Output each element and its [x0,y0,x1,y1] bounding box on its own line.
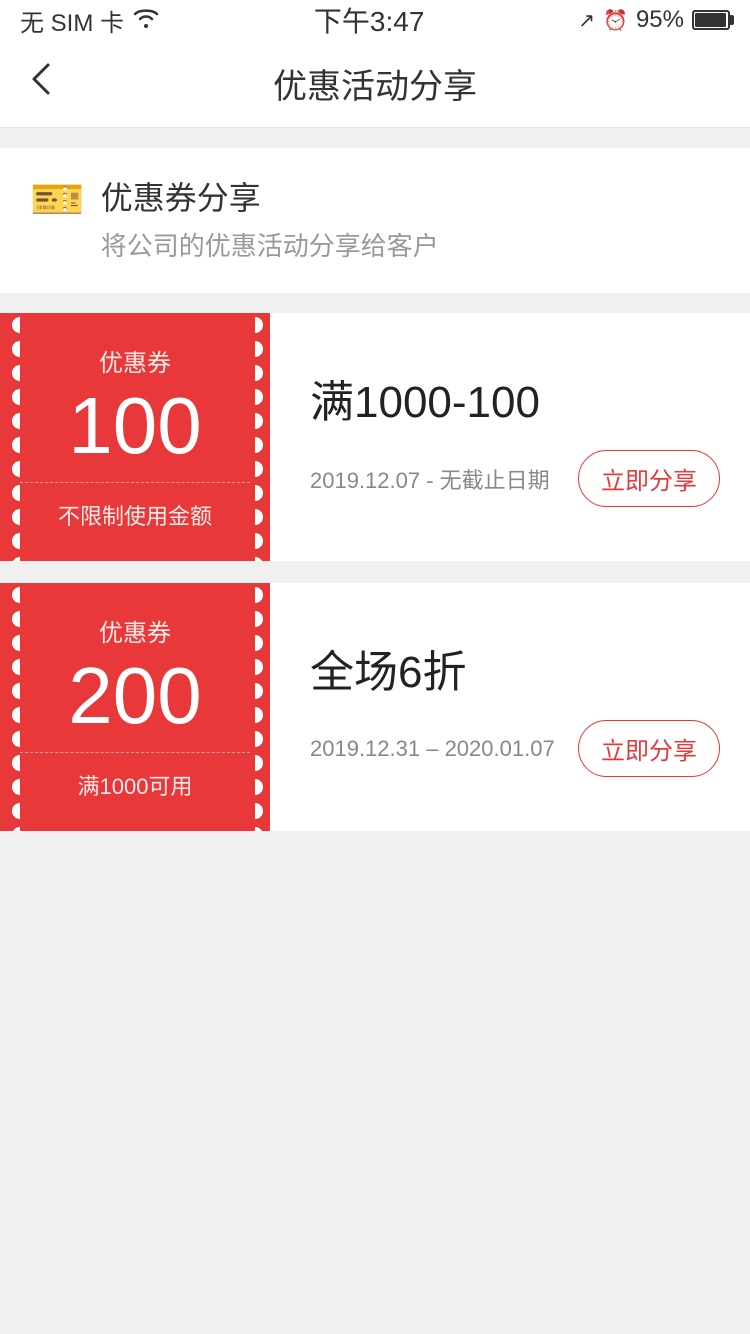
status-time: 下午3:47 [314,0,425,40]
section-title: 优惠券分享 [101,178,439,220]
coupon-date-1: 2019.12.07 - 无截止日期 [310,463,550,495]
coupon-right-1: 满1000-100 2019.12.07 - 无截止日期 立即分享 [270,313,750,561]
coupon-divider-1 [20,482,250,483]
section-text: 优惠券分享 将公司的优惠活动分享给客户 [101,178,439,263]
share-button-1[interactable]: 立即分享 [578,450,720,507]
separator-top [0,128,750,148]
coupon-meta-2: 2019.12.31 – 2020.01.07 立即分享 [310,720,720,777]
wifi-icon [132,6,160,35]
section-subtitle: 将公司的优惠活动分享给客户 [101,226,439,263]
coupon-label-1: 优惠券 [99,343,171,378]
section-header: 🎫 优惠券分享 将公司的优惠活动分享给客户 [0,148,750,293]
page-title: 优惠活动分享 [273,59,477,108]
status-bar: 无 SIM 卡 下午3:47 ↗ ⏰ 95% [0,0,750,40]
nav-bar: 优惠活动分享 [0,40,750,128]
back-button[interactable] [30,61,52,106]
carrier-text: 无 SIM 卡 [20,3,124,38]
coupon-name-1: 满1000-100 [310,366,720,430]
coupon-card-1: 优惠券 100 不限制使用金额 满1000-100 2019.12.07 - 无… [0,313,750,561]
battery-percent: 95% [636,6,684,34]
coupon-condition-2: 满1000可用 [78,769,193,801]
status-right: ↗ ⏰ 95% [578,6,730,34]
coupon-divider-2 [20,752,250,753]
coupon-amount-1: 100 [68,386,201,466]
coupon-left-2: 优惠券 200 满1000可用 [0,583,270,831]
coupon-list: 优惠券 100 不限制使用金额 满1000-100 2019.12.07 - 无… [0,313,750,833]
coupon-label-2: 优惠券 [99,613,171,648]
share-button-2[interactable]: 立即分享 [578,720,720,777]
status-left: 无 SIM 卡 [20,3,160,38]
coupon-date-2: 2019.12.31 – 2020.01.07 [310,736,555,762]
coupon-right-2: 全场6折 2019.12.31 – 2020.01.07 立即分享 [270,583,750,831]
section-icon: 🎫 [30,178,85,222]
battery-icon [692,10,730,30]
coupon-name-2: 全场6折 [310,636,720,700]
coupon-condition-1: 不限制使用金额 [58,499,212,531]
coupon-card-2: 优惠券 200 满1000可用 全场6折 2019.12.31 – 2020.0… [0,583,750,831]
coupon-left-1: 优惠券 100 不限制使用金额 [0,313,270,561]
coupon-amount-2: 200 [68,656,201,736]
coupon-meta-1: 2019.12.07 - 无截止日期 立即分享 [310,450,720,507]
alarm-icon: ⏰ [603,8,628,33]
coupon-gap [0,563,750,583]
location-icon: ↗ [578,8,595,33]
bottom-fill [0,833,750,1333]
